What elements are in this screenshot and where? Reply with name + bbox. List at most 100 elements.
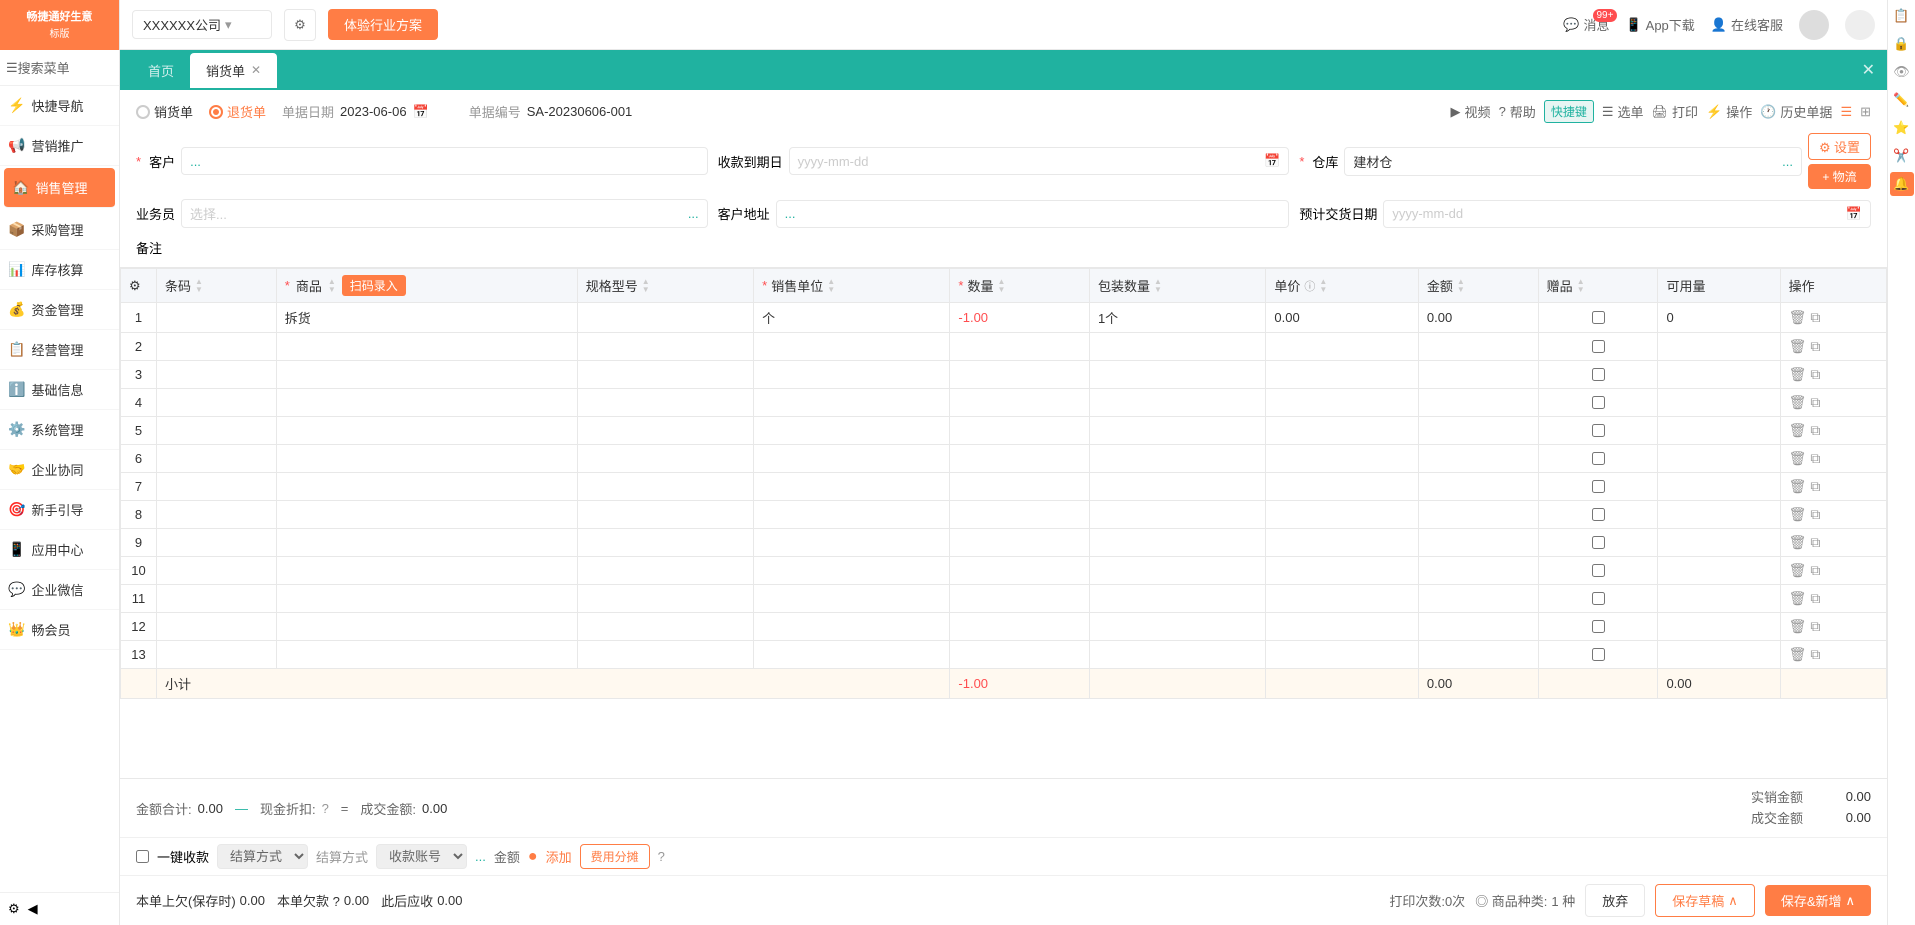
row-price[interactable]: 0.00 <box>1266 303 1418 333</box>
sidebar-item-guide[interactable]: 🎯 新手引导 <box>0 490 119 530</box>
delete-row-icon[interactable]: 🗑 <box>1789 534 1807 551</box>
price-sort[interactable]: ▲▼ <box>1319 278 1327 294</box>
copy-row-icon[interactable]: ⧉ <box>1810 534 1820 551</box>
barcode-sort[interactable]: ▲▼ <box>195 278 203 294</box>
right-icon-star[interactable]: ⭐ <box>1890 116 1914 140</box>
th-amount[interactable]: 金额 ▲▼ <box>1418 269 1538 303</box>
view-toggle-list[interactable]: ☰ <box>1840 104 1852 120</box>
copy-row-icon[interactable]: ⧉ <box>1810 478 1820 495</box>
shortcut-button[interactable]: 快捷键 <box>1544 100 1594 123</box>
settings-side-button[interactable]: ⚙ 设置 <box>1808 133 1871 160</box>
sidebar-item-purchase[interactable]: 📦 采购管理 <box>0 210 119 250</box>
sidebar-item-inventory[interactable]: 📊 库存核算 <box>0 250 119 290</box>
delete-row-icon[interactable]: 🗑 <box>1789 646 1807 663</box>
app-download-link[interactable]: 📱 App下载 <box>1625 15 1694 34</box>
tab-sales-order[interactable]: 销货单 ✕ <box>190 53 277 88</box>
date-picker-icon[interactable]: 📅 <box>413 104 429 120</box>
address-input[interactable]: ... <box>776 200 1290 228</box>
copy-row-icon[interactable]: ⧉ <box>1810 562 1820 579</box>
delete-row-icon[interactable]: 🗑 <box>1789 366 1807 383</box>
sidebar-item-funds[interactable]: 💰 资金管理 <box>0 290 119 330</box>
discount-help-icon[interactable]: ? <box>322 801 329 816</box>
avatar[interactable] <box>1799 10 1829 40</box>
copy-row-icon[interactable]: ⧉ <box>1810 366 1820 383</box>
right-icon-edit[interactable]: ✏️ <box>1890 88 1914 112</box>
help-tool[interactable]: ? 帮助 <box>1499 102 1536 121</box>
product-sort[interactable]: ▲▼ <box>328 278 336 294</box>
right-icon-notification[interactable]: 🔔 <box>1890 172 1914 196</box>
delivery-date-input[interactable]: yyyy-mm-dd 📅 <box>1383 200 1871 228</box>
settlement-method-select[interactable]: 结算方式 <box>217 844 308 869</box>
th-price[interactable]: 单价 ⓘ ▲▼ <box>1266 269 1418 303</box>
owe-help-icon[interactable]: ? <box>333 894 340 909</box>
video-tool[interactable]: ▶ 视频 <box>1451 102 1491 121</box>
tab-home[interactable]: 首页 <box>132 53 190 88</box>
sidebar-item-basics[interactable]: ℹ️ 基础信息 <box>0 370 119 410</box>
delete-row-icon[interactable]: 🗑 <box>1789 506 1807 523</box>
discard-button[interactable]: 放弃 <box>1585 884 1645 917</box>
settings-gear-button[interactable]: ⚙ <box>284 9 316 41</box>
th-qty[interactable]: * 数量 ▲▼ <box>950 269 1090 303</box>
select-tool[interactable]: ☰ 选单 <box>1602 102 1644 121</box>
tab-close-icon[interactable]: ✕ <box>251 63 261 77</box>
delete-row-icon[interactable]: 🗑 <box>1789 394 1807 411</box>
copy-row-icon[interactable]: ⧉ <box>1810 309 1820 326</box>
sidebar-item-apps[interactable]: 📱 应用中心 <box>0 530 119 570</box>
delete-row-icon[interactable]: 🗑 <box>1789 422 1807 439</box>
delete-row-icon[interactable]: 🗑 <box>1789 590 1807 607</box>
copy-row-icon[interactable]: ⧉ <box>1810 450 1820 467</box>
table-scroll[interactable]: ⚙ 条码 ▲▼ * 商品 <box>120 268 1887 778</box>
row-pkg-qty[interactable]: 1个 <box>1089 303 1265 333</box>
due-date-input[interactable]: yyyy-mm-dd 📅 <box>789 147 1290 175</box>
scan-button[interactable]: 扫码录入 <box>342 275 406 296</box>
delete-row-icon[interactable]: 🗑 <box>1789 618 1807 635</box>
message-button[interactable]: 💬 消息 99+ <box>1563 15 1609 34</box>
th-unit[interactable]: * 销售单位 ▲▼ <box>754 269 950 303</box>
view-toggle-grid[interactable]: ⊞ <box>1860 104 1871 120</box>
delete-row-icon[interactable]: 🗑 <box>1789 450 1807 467</box>
copy-row-icon[interactable]: ⧉ <box>1810 394 1820 411</box>
spec-sort[interactable]: ▲▼ <box>642 278 650 294</box>
close-all-tabs-button[interactable]: ✕ <box>1862 60 1875 80</box>
right-icon-scissors[interactable]: ✂️ <box>1890 144 1914 168</box>
save-new-button[interactable]: 保存&新增 ∧ <box>1765 885 1871 916</box>
copy-row-icon[interactable]: ⧉ <box>1810 338 1820 355</box>
minus-icon[interactable]: — <box>235 801 248 816</box>
row-spec[interactable] <box>577 303 753 333</box>
th-settings[interactable]: ⚙ <box>121 269 157 303</box>
copy-row-icon[interactable]: ⧉ <box>1810 646 1820 663</box>
radio-return-order[interactable]: 退货单 <box>209 102 266 121</box>
delete-row-icon[interactable]: 🗑 <box>1789 562 1807 579</box>
online-service-link[interactable]: 👤 在线客服 <box>1711 15 1783 34</box>
th-product[interactable]: * 商品 ▲▼ 扫码录入 <box>276 269 577 303</box>
history-tool[interactable]: 🕐 历史单据 <box>1760 102 1832 121</box>
radio-sales-order[interactable]: 销货单 <box>136 102 193 121</box>
delete-row-icon[interactable]: 🗑 <box>1789 478 1807 495</box>
customer-input[interactable]: ... <box>181 147 708 175</box>
delete-row-icon[interactable]: 🗑 <box>1789 338 1807 355</box>
price-info-icon[interactable]: ⓘ <box>1304 278 1315 294</box>
sidebar-item-member[interactable]: 👑 畅会员 <box>0 610 119 650</box>
th-barcode[interactable]: 条码 ▲▼ <box>157 269 277 303</box>
sidebar-item-search[interactable]: ☰ 搜索菜单 <box>0 50 119 86</box>
gift-sort[interactable]: ▲▼ <box>1577 278 1585 294</box>
sidebar-item-enterprise[interactable]: 🤝 企业协同 <box>0 450 119 490</box>
amount-sort[interactable]: ▲▼ <box>1457 278 1465 294</box>
expense-split-button[interactable]: 费用分摊 <box>580 844 650 869</box>
trial-button[interactable]: 体验行业方案 <box>328 9 438 40</box>
print-tool[interactable]: 🖨 打印 <box>1652 102 1699 121</box>
unit-sort[interactable]: ▲▼ <box>827 278 835 294</box>
company-select[interactable]: XXXXXX公司 ▾ <box>132 10 272 39</box>
save-draft-button[interactable]: 保存草稿 ∧ <box>1655 884 1755 917</box>
account-dots-button[interactable]: ... <box>475 849 486 864</box>
row-product[interactable]: 拆货 <box>276 303 577 333</box>
add-payment-icon[interactable]: ● <box>528 848 538 866</box>
delete-row-icon[interactable]: 🗑 <box>1789 309 1807 326</box>
sidebar-item-system[interactable]: ⚙️ 系统管理 <box>0 410 119 450</box>
row-barcode[interactable] <box>157 303 277 333</box>
th-spec[interactable]: 规格型号 ▲▼ <box>577 269 753 303</box>
qty-sort[interactable]: ▲▼ <box>997 278 1005 294</box>
th-gift[interactable]: 赠品 ▲▼ <box>1538 269 1658 303</box>
copy-row-icon[interactable]: ⧉ <box>1810 590 1820 607</box>
copy-row-icon[interactable]: ⧉ <box>1810 422 1820 439</box>
